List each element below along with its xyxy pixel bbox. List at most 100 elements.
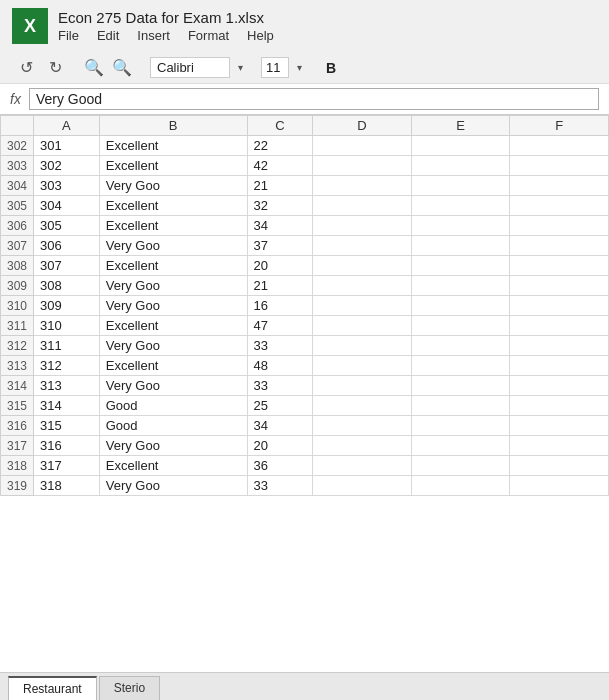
cell-14-e[interactable] — [411, 416, 510, 436]
cell-5-rowNum[interactable]: 307 — [1, 236, 34, 256]
formula-input[interactable]: Very Good — [29, 88, 599, 110]
col-header-b[interactable]: B — [99, 116, 247, 136]
cell-3-c[interactable]: 32 — [247, 196, 313, 216]
redo-button[interactable]: ↻ — [45, 56, 66, 79]
cell-17-b[interactable]: Very Goo — [99, 476, 247, 496]
cell-11-e[interactable] — [411, 356, 510, 376]
cell-6-d[interactable] — [313, 256, 412, 276]
cell-0-f[interactable] — [510, 136, 609, 156]
cell-7-d[interactable] — [313, 276, 412, 296]
cell-14-b[interactable]: Good — [99, 416, 247, 436]
cell-1-c[interactable]: 42 — [247, 156, 313, 176]
cell-8-rowNum[interactable]: 310 — [1, 296, 34, 316]
col-header-d[interactable]: D — [313, 116, 412, 136]
cell-4-a[interactable]: 305 — [34, 216, 100, 236]
cell-0-a[interactable]: 301 — [34, 136, 100, 156]
sheet-tab-sterio[interactable]: Sterio — [99, 676, 160, 700]
cell-14-d[interactable] — [313, 416, 412, 436]
cell-13-rowNum[interactable]: 315 — [1, 396, 34, 416]
zoom-in-icon[interactable]: 🔍 — [112, 58, 132, 77]
cell-10-f[interactable] — [510, 336, 609, 356]
cell-8-d[interactable] — [313, 296, 412, 316]
cell-9-d[interactable] — [313, 316, 412, 336]
cell-17-c[interactable]: 33 — [247, 476, 313, 496]
cell-6-e[interactable] — [411, 256, 510, 276]
font-size-selector[interactable]: 11 — [261, 57, 289, 78]
cell-8-e[interactable] — [411, 296, 510, 316]
cell-4-d[interactable] — [313, 216, 412, 236]
font-name-selector[interactable]: Calibri — [150, 57, 230, 78]
cell-2-rowNum[interactable]: 304 — [1, 176, 34, 196]
cell-16-f[interactable] — [510, 456, 609, 476]
cell-4-b[interactable]: Excellent — [99, 216, 247, 236]
cell-6-c[interactable]: 20 — [247, 256, 313, 276]
cell-10-a[interactable]: 311 — [34, 336, 100, 356]
cell-6-f[interactable] — [510, 256, 609, 276]
cell-13-d[interactable] — [313, 396, 412, 416]
cell-2-a[interactable]: 303 — [34, 176, 100, 196]
cell-11-d[interactable] — [313, 356, 412, 376]
cell-1-rowNum[interactable]: 303 — [1, 156, 34, 176]
cell-16-e[interactable] — [411, 456, 510, 476]
cell-5-f[interactable] — [510, 236, 609, 256]
cell-5-b[interactable]: Very Goo — [99, 236, 247, 256]
menu-insert[interactable]: Insert — [137, 28, 170, 43]
zoom-out-icon[interactable]: 🔍 — [84, 58, 104, 77]
cell-3-f[interactable] — [510, 196, 609, 216]
cell-0-rowNum[interactable]: 302 — [1, 136, 34, 156]
cell-14-c[interactable]: 34 — [247, 416, 313, 436]
sheet-tab-restaurant[interactable]: Restaurant — [8, 676, 97, 700]
undo-button[interactable]: ↺ — [16, 56, 37, 79]
cell-6-rowNum[interactable]: 308 — [1, 256, 34, 276]
cell-12-a[interactable]: 313 — [34, 376, 100, 396]
cell-16-d[interactable] — [313, 456, 412, 476]
cell-13-e[interactable] — [411, 396, 510, 416]
cell-15-e[interactable] — [411, 436, 510, 456]
cell-8-c[interactable]: 16 — [247, 296, 313, 316]
col-header-c[interactable]: C — [247, 116, 313, 136]
cell-9-c[interactable]: 47 — [247, 316, 313, 336]
col-header-e[interactable]: E — [411, 116, 510, 136]
cell-10-d[interactable] — [313, 336, 412, 356]
col-header-a[interactable]: A — [34, 116, 100, 136]
cell-3-rowNum[interactable]: 305 — [1, 196, 34, 216]
cell-2-f[interactable] — [510, 176, 609, 196]
cell-12-b[interactable]: Very Goo — [99, 376, 247, 396]
cell-2-d[interactable] — [313, 176, 412, 196]
col-header-f[interactable]: F — [510, 116, 609, 136]
cell-11-rowNum[interactable]: 313 — [1, 356, 34, 376]
cell-0-d[interactable] — [313, 136, 412, 156]
cell-15-a[interactable]: 316 — [34, 436, 100, 456]
cell-12-c[interactable]: 33 — [247, 376, 313, 396]
cell-17-d[interactable] — [313, 476, 412, 496]
cell-17-f[interactable] — [510, 476, 609, 496]
cell-16-rowNum[interactable]: 318 — [1, 456, 34, 476]
cell-0-e[interactable] — [411, 136, 510, 156]
cell-15-c[interactable]: 20 — [247, 436, 313, 456]
cell-1-d[interactable] — [313, 156, 412, 176]
cell-7-e[interactable] — [411, 276, 510, 296]
cell-14-a[interactable]: 315 — [34, 416, 100, 436]
cell-5-a[interactable]: 306 — [34, 236, 100, 256]
cell-17-a[interactable]: 318 — [34, 476, 100, 496]
cell-15-f[interactable] — [510, 436, 609, 456]
cell-16-a[interactable]: 317 — [34, 456, 100, 476]
cell-13-f[interactable] — [510, 396, 609, 416]
cell-2-b[interactable]: Very Goo — [99, 176, 247, 196]
cell-12-rowNum[interactable]: 314 — [1, 376, 34, 396]
cell-9-b[interactable]: Excellent — [99, 316, 247, 336]
cell-9-rowNum[interactable]: 311 — [1, 316, 34, 336]
cell-11-f[interactable] — [510, 356, 609, 376]
cell-6-b[interactable]: Excellent — [99, 256, 247, 276]
cell-13-a[interactable]: 314 — [34, 396, 100, 416]
cell-7-rowNum[interactable]: 309 — [1, 276, 34, 296]
cell-5-d[interactable] — [313, 236, 412, 256]
cell-15-b[interactable]: Very Goo — [99, 436, 247, 456]
cell-7-b[interactable]: Very Goo — [99, 276, 247, 296]
cell-1-e[interactable] — [411, 156, 510, 176]
cell-3-a[interactable]: 304 — [34, 196, 100, 216]
cell-16-b[interactable]: Excellent — [99, 456, 247, 476]
cell-8-f[interactable] — [510, 296, 609, 316]
cell-1-b[interactable]: Excellent — [99, 156, 247, 176]
bold-button[interactable]: B — [320, 58, 342, 78]
